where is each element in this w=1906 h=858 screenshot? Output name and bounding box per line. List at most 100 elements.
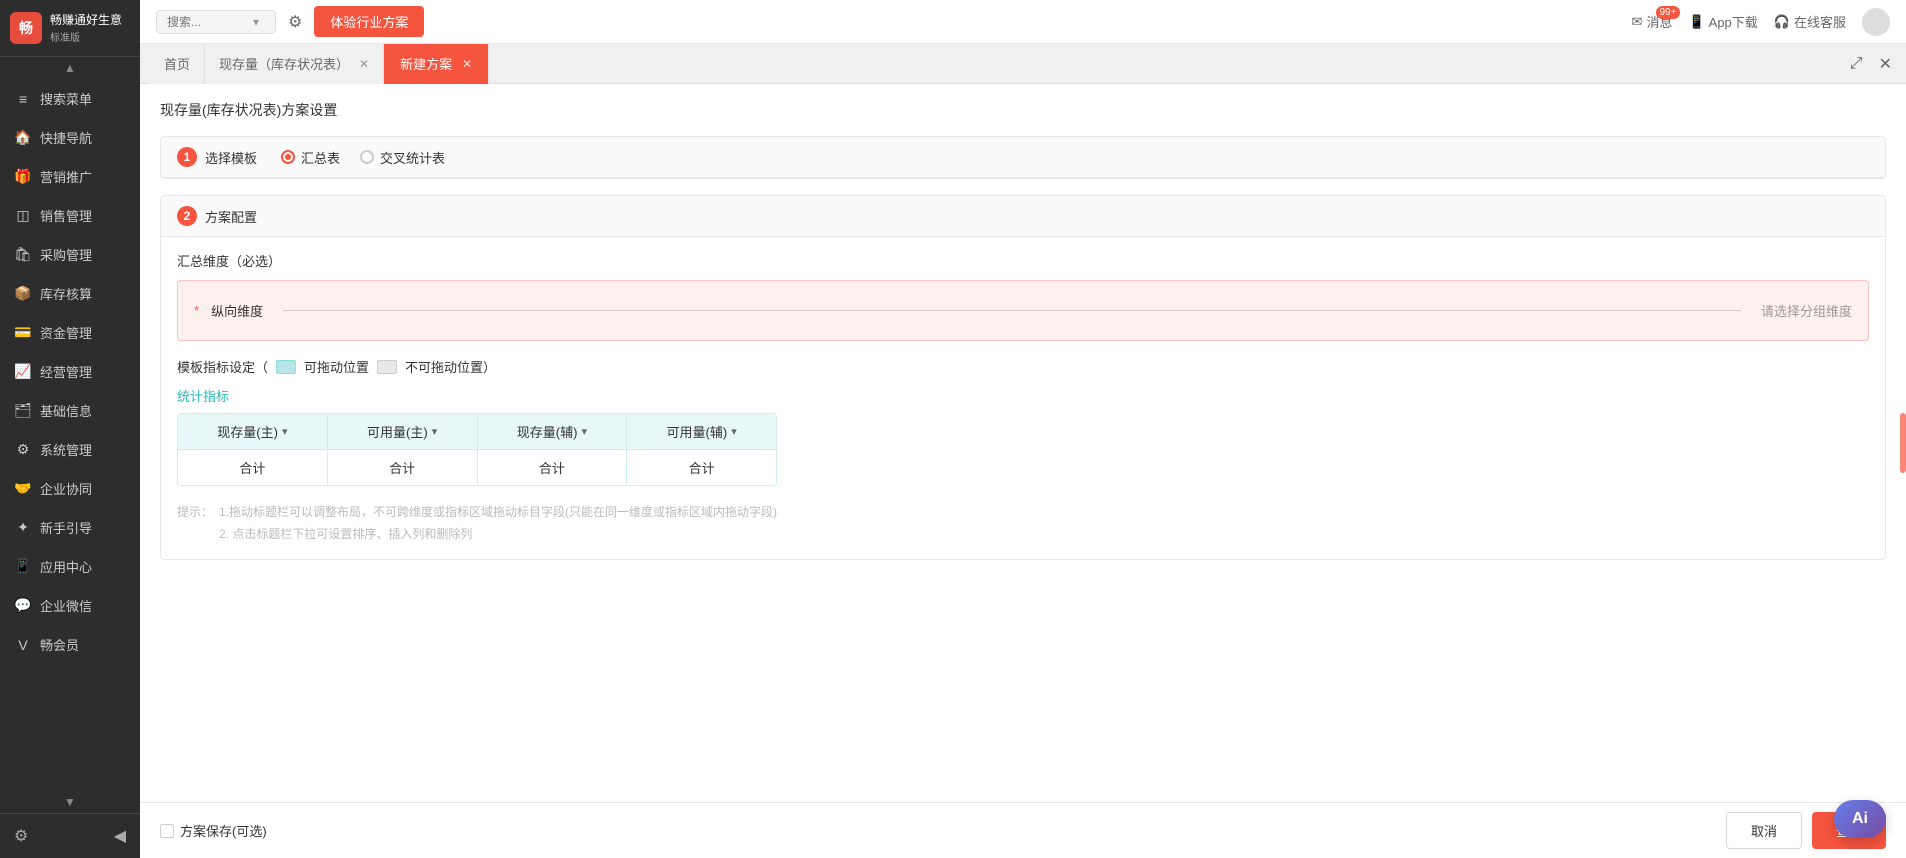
save-checkbox[interactable] xyxy=(160,824,174,838)
dimension-divider xyxy=(283,310,1741,311)
non-draggable-indicator-box xyxy=(377,360,397,374)
sidebar-item-new-guide[interactable]: ✦ 新手引导 xyxy=(0,508,140,547)
topbar-search[interactable]: ▾ xyxy=(156,10,276,34)
save-option[interactable]: 方案保存(可选) xyxy=(160,821,267,840)
quick-nav-icon: 🏠 xyxy=(14,129,32,147)
sidebar-item-label: 采购管理 xyxy=(40,245,92,264)
stats-col-1[interactable]: 可用量(主) ▾ xyxy=(328,414,478,449)
bottom-bar: 方案保存(可选) 取消 查询 xyxy=(140,802,1906,858)
save-label: 方案保存(可选) xyxy=(180,821,267,840)
section-choose-template: 1 选择模板 汇总表 交叉统计表 xyxy=(160,136,1886,179)
app-logo: 畅 畅赚通好生意 标准版 xyxy=(0,0,140,57)
chevron-down-col-0: ▾ xyxy=(282,425,288,438)
sales-icon: ◫ xyxy=(14,207,32,225)
chevron-down-icon: ▾ xyxy=(253,15,259,29)
sidebar-item-marketing[interactable]: 🎁 营销推广 xyxy=(0,157,140,196)
draggable-label: 可拖动位置 xyxy=(304,357,369,376)
sidebar: 畅 畅赚通好生意 标准版 ▲ ≡ 搜索菜单 🏠 快捷导航 🎁 营销推广 ◫ 销售… xyxy=(0,0,140,858)
radio-summary[interactable]: 汇总表 xyxy=(281,148,340,167)
dimension-label: 汇总维度（必选） xyxy=(177,251,1869,270)
sidebar-item-sales[interactable]: ◫ 销售管理 xyxy=(0,196,140,235)
page-content: 现存量(库存状况表)方案设置 1 选择模板 汇总表 交叉统计表 xyxy=(140,84,1906,802)
sidebar-item-system[interactable]: ⚙ 系统管理 xyxy=(0,430,140,469)
stats-cell-0: 合计 xyxy=(178,450,328,485)
inventory-icon: 📦 xyxy=(14,285,32,303)
app-download-button[interactable]: 📱 App下载 xyxy=(1688,12,1757,31)
user-avatar[interactable] xyxy=(1862,8,1890,36)
close-tab-new-plan[interactable]: ✕ xyxy=(462,57,472,71)
sidebar-item-label: 销售管理 xyxy=(40,206,92,225)
logo-icon: 畅 xyxy=(10,12,42,44)
section2-body: 汇总维度（必选） * 纵向维度 请选择分组维度 模板指标设定（ 可拖动位置 不可… xyxy=(161,237,1885,559)
trial-button[interactable]: 体验行业方案 xyxy=(314,6,424,37)
radio-summary-label: 汇总表 xyxy=(301,148,340,167)
close-icon[interactable]: ✕ xyxy=(1875,50,1896,78)
sidebar-item-label: 新手引导 xyxy=(40,518,92,537)
sidebar-item-wechat[interactable]: 💬 企业微信 xyxy=(0,586,140,625)
scroll-handle[interactable] xyxy=(1900,413,1906,473)
stats-col-3-label: 可用量(辅) xyxy=(667,422,728,441)
sidebar-item-purchase[interactable]: 🛍 采购管理 xyxy=(0,235,140,274)
tab-home[interactable]: 首页 xyxy=(150,44,205,84)
sidebar-item-label: 营销推广 xyxy=(40,167,92,186)
search-menu-icon: ≡ xyxy=(14,90,32,108)
page-title: 现存量(库存状况表)方案设置 xyxy=(160,100,1886,120)
headset-icon: 🎧 xyxy=(1774,14,1790,30)
message-button[interactable]: ✉ 消息 99+ xyxy=(1632,12,1673,31)
basic-info-icon: 🗂 xyxy=(14,402,32,420)
sidebar-item-member[interactable]: V 畅会员 xyxy=(0,625,140,664)
chevron-down-col-3: ▾ xyxy=(731,425,737,438)
sidebar-item-label: 畅会员 xyxy=(40,635,79,654)
tab-inventory-label: 现存量（库存状况表） xyxy=(219,54,349,73)
sidebar-scroll-up[interactable]: ▲ xyxy=(0,57,140,79)
tab-inventory-status[interactable]: 现存量（库存状况表） ✕ xyxy=(205,44,384,84)
stats-col-2[interactable]: 现存量(辅) ▾ xyxy=(478,414,628,449)
radio-cross[interactable]: 交叉统计表 xyxy=(360,148,445,167)
stats-cell-3: 合计 xyxy=(627,450,776,485)
cancel-button[interactable]: 取消 xyxy=(1726,812,1802,849)
tab-new-plan[interactable]: 新建方案 ✕ xyxy=(384,44,489,84)
sidebar-nav: ≡ 搜索菜单 🏠 快捷导航 🎁 营销推广 ◫ 销售管理 🛍 采购管理 📦 库存核… xyxy=(0,79,140,791)
sidebar-item-cooperation[interactable]: 🤝 企业协同 xyxy=(0,469,140,508)
sidebar-item-search-menu[interactable]: ≡ 搜索菜单 xyxy=(0,79,140,118)
tip-prefix: 提示： xyxy=(177,502,213,524)
main-area: ▾ ⚙ 体验行业方案 ✉ 消息 99+ 📱 App下载 🎧 在线客服 首页 xyxy=(140,0,1906,858)
settings-icon[interactable]: ⚙ xyxy=(10,822,32,850)
sidebar-item-inventory[interactable]: 📦 库存核算 xyxy=(0,274,140,313)
template-indicator-row: 模板指标设定（ 可拖动位置 不可拖动位置） xyxy=(177,357,1869,376)
sidebar-bottom: ⚙ ◀ xyxy=(0,813,140,858)
section1-header: 1 选择模板 汇总表 交叉统计表 xyxy=(161,137,1885,178)
radio-cross-circle xyxy=(360,150,374,164)
sidebar-item-finance[interactable]: 💳 资金管理 xyxy=(0,313,140,352)
sidebar-scroll-down[interactable]: ▼ xyxy=(0,791,140,813)
sidebar-item-label: 搜索菜单 xyxy=(40,89,92,108)
maximize-icon[interactable]: ⤢ xyxy=(1846,51,1867,77)
stats-col-0[interactable]: 现存量(主) ▾ xyxy=(178,414,328,449)
search-input[interactable] xyxy=(167,15,247,29)
template-indicator-prefix: 模板指标设定（ xyxy=(177,357,268,376)
sidebar-item-label: 企业协同 xyxy=(40,479,92,498)
stats-col-2-label: 现存量(辅) xyxy=(517,422,578,441)
dimension-required-area[interactable]: * 纵向维度 请选择分组维度 xyxy=(177,280,1869,341)
system-icon: ⚙ xyxy=(14,441,32,459)
sidebar-item-quick-nav[interactable]: 🏠 快捷导航 xyxy=(0,118,140,157)
chevron-down-col-1: ▾ xyxy=(432,425,438,438)
radio-summary-circle xyxy=(281,150,295,164)
topbar-right: ✉ 消息 99+ 📱 App下载 🎧 在线客服 xyxy=(1632,8,1890,36)
stats-col-1-label: 可用量(主) xyxy=(367,422,428,441)
ai-badge[interactable]: Ai xyxy=(1834,800,1886,838)
stats-table-row: 合计 合计 合计 合计 xyxy=(178,449,776,485)
section2-num: 2 xyxy=(177,206,197,226)
non-draggable-label: 不可拖动位置） xyxy=(405,357,496,376)
sidebar-item-operations[interactable]: 📈 经营管理 xyxy=(0,352,140,391)
gear-icon[interactable]: ⚙ xyxy=(288,12,302,32)
online-service-button[interactable]: 🎧 在线客服 xyxy=(1774,12,1846,31)
close-tab-inventory[interactable]: ✕ xyxy=(359,57,369,71)
template-radio-group: 汇总表 交叉统计表 xyxy=(281,148,445,167)
required-star: * xyxy=(194,303,199,318)
stats-col-3[interactable]: 可用量(辅) ▾ xyxy=(627,414,776,449)
sidebar-item-app-center[interactable]: 📱 应用中心 xyxy=(0,547,140,586)
sidebar-item-basic-info[interactable]: 🗂 基础信息 xyxy=(0,391,140,430)
sidebar-item-label: 资金管理 xyxy=(40,323,92,342)
collapse-icon[interactable]: ◀ xyxy=(110,822,130,850)
